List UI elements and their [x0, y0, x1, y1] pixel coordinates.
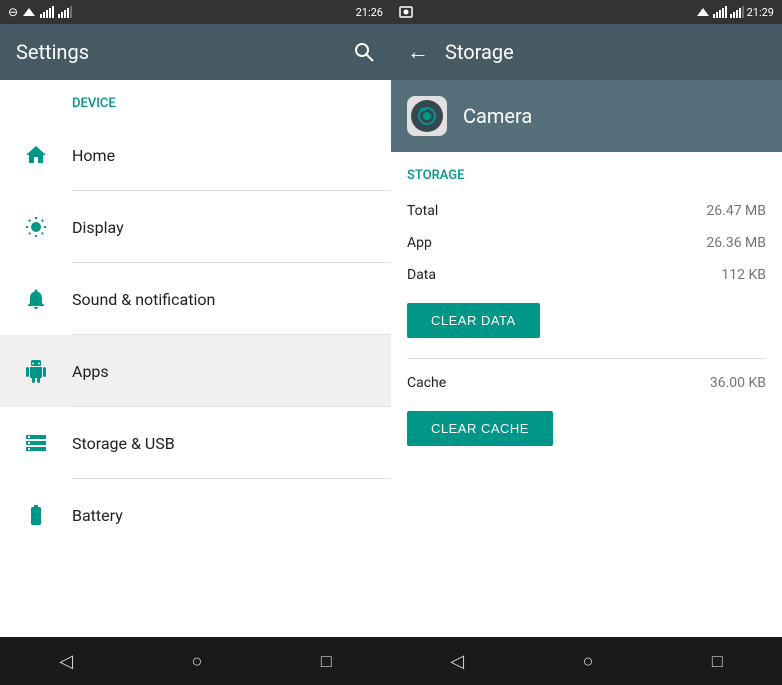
wifi-icon-right — [696, 6, 710, 18]
display-icon — [16, 207, 56, 247]
home-label: Home — [72, 146, 115, 165]
display-label: Display — [72, 218, 124, 237]
app-value: 26.36 MB — [706, 235, 766, 251]
app-label: App — [407, 235, 432, 251]
data-value: 112 KB — [721, 267, 766, 283]
nav-bar-right: ◁ ○ □ — [391, 637, 782, 685]
storage-usb-label: Storage & USB — [72, 434, 175, 453]
status-icons-left: ⊖ — [8, 5, 356, 19]
recent-nav-left[interactable]: □ — [321, 651, 332, 672]
total-label: Total — [407, 203, 438, 219]
screenshot-icon — [399, 6, 413, 18]
data-label: Data — [407, 267, 436, 283]
storage-details: Storage Total 26.47 MB App 26.36 MB Data… — [391, 152, 782, 637]
battery-label: Battery — [72, 506, 123, 525]
status-icons-right — [399, 6, 696, 18]
storage-section-label: Storage — [407, 168, 766, 183]
settings-item-sound[interactable]: Sound & notification — [0, 263, 391, 335]
wifi-icon — [22, 6, 36, 18]
do-not-disturb-icon: ⊖ — [8, 5, 18, 19]
home-nav-left[interactable]: ○ — [192, 651, 203, 672]
settings-item-display[interactable]: Display — [0, 191, 391, 263]
cache-row: Cache 36.00 KB — [407, 367, 766, 399]
settings-item-battery[interactable]: Battery — [0, 479, 391, 551]
status-time-left: 21:26 — [356, 6, 383, 19]
search-button[interactable] — [353, 41, 375, 63]
recent-nav-right[interactable]: □ — [712, 651, 723, 672]
home-icon — [16, 135, 56, 175]
camera-app-icon — [407, 96, 447, 136]
back-nav-right[interactable]: ◁ — [450, 651, 464, 672]
device-section-header: Device — [0, 80, 391, 119]
camera-app-header: Camera — [391, 80, 782, 152]
storage-icon — [16, 423, 56, 463]
settings-item-home[interactable]: Home — [0, 119, 391, 191]
status-time-right: 21:29 — [696, 6, 774, 19]
home-nav-right[interactable]: ○ — [583, 651, 594, 672]
settings-title: Settings — [16, 40, 89, 64]
settings-item-apps[interactable]: Apps — [0, 335, 391, 407]
camera-app-name: Camera — [463, 104, 532, 128]
signal-icon-right — [713, 6, 727, 18]
clear-data-button[interactable]: CLEAR DATA — [407, 303, 540, 338]
sound-icon — [16, 279, 56, 319]
signal-icon — [40, 6, 54, 18]
signal-icon-right-2 — [730, 6, 744, 18]
settings-list: Device Home Display — [0, 80, 391, 637]
storage-panel: 21:29 ← Storage Camera Storage Total 26.… — [391, 0, 782, 685]
settings-item-storage[interactable]: Storage & USB — [0, 407, 391, 479]
status-bar-right: 21:29 — [391, 0, 782, 24]
nav-bar-left: ◁ ○ □ — [0, 637, 391, 685]
settings-panel: ⊖ 21:26 Se — [0, 0, 391, 685]
clear-cache-button[interactable]: CLEAR CACHE — [407, 411, 553, 446]
status-bar-left: ⊖ 21:26 — [0, 0, 391, 24]
total-row: Total 26.47 MB — [407, 195, 766, 227]
back-button[interactable]: ← — [407, 39, 429, 65]
total-value: 26.47 MB — [706, 203, 766, 219]
battery-icon — [16, 495, 56, 535]
storage-title: Storage — [445, 40, 514, 64]
signal-icon-2 — [58, 6, 72, 18]
cache-value: 36.00 KB — [710, 375, 766, 391]
cache-label: Cache — [407, 375, 446, 391]
apps-icon — [16, 351, 56, 391]
divider — [407, 358, 766, 359]
back-nav-left[interactable]: ◁ — [59, 651, 73, 672]
apps-label: Apps — [72, 362, 109, 381]
app-row: App 26.36 MB — [407, 227, 766, 259]
app-bar-left: Settings — [0, 24, 391, 80]
app-bar-right: ← Storage — [391, 24, 782, 80]
data-row: Data 112 KB — [407, 259, 766, 291]
sound-label: Sound & notification — [72, 290, 215, 309]
